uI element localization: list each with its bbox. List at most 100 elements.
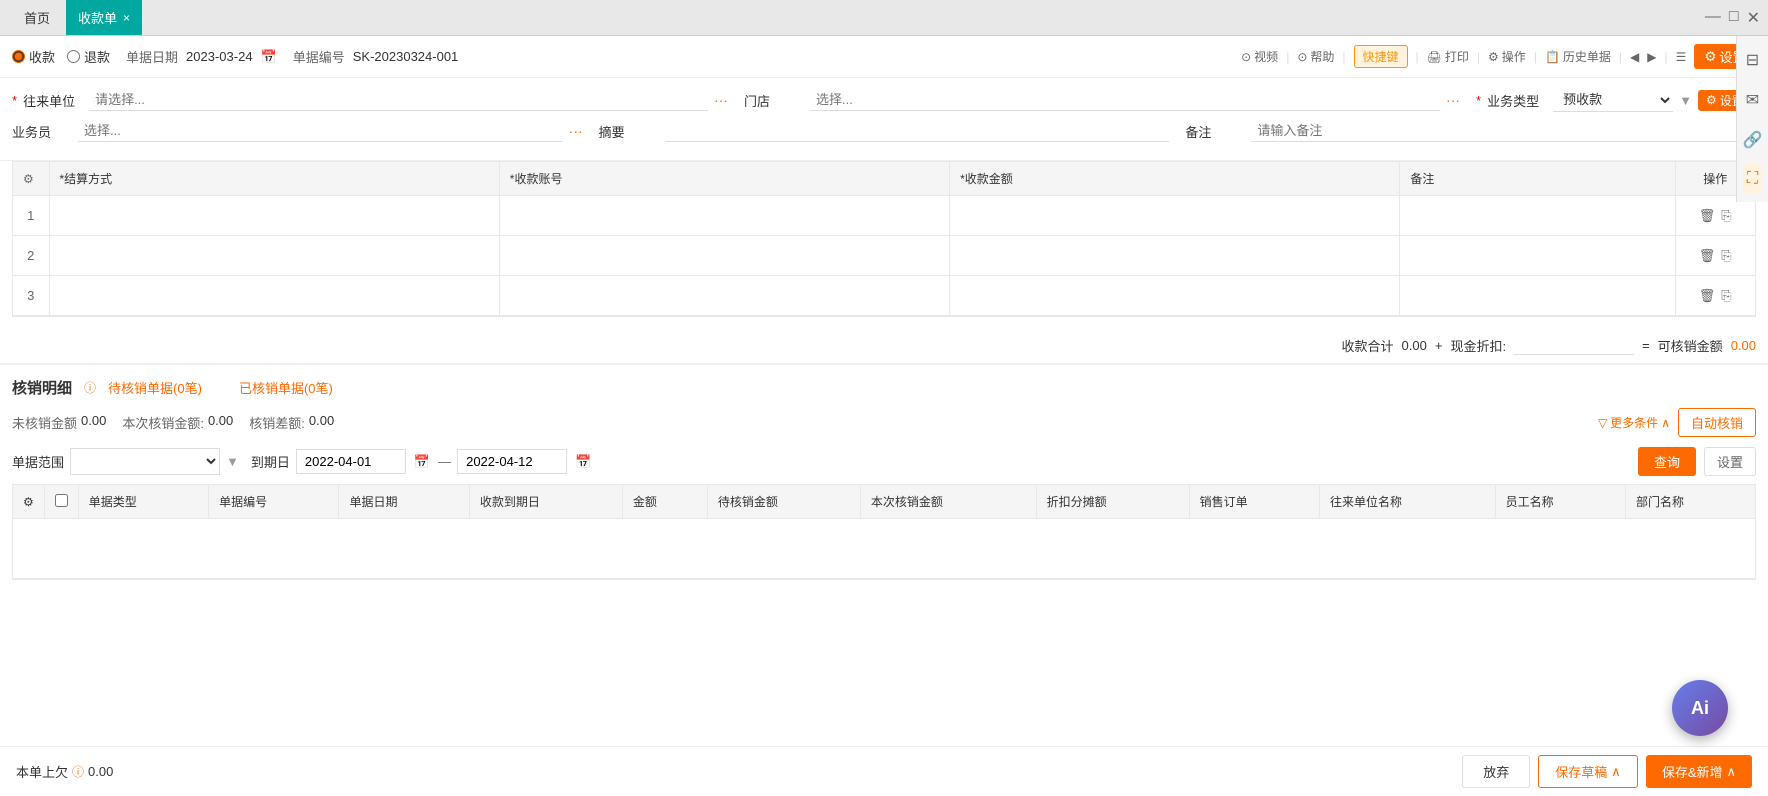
- history-btn[interactable]: 📋 历史单据: [1545, 48, 1611, 65]
- tab-active[interactable]: 收款单 ×: [66, 0, 142, 35]
- window-max-btn[interactable]: □: [1729, 8, 1739, 28]
- delete-icon-1[interactable]: 🗑: [1699, 208, 1716, 224]
- account-cell-2[interactable]: [499, 236, 949, 276]
- query-btn[interactable]: 查询: [1638, 447, 1696, 476]
- due-date-label: 到期日: [251, 452, 290, 471]
- print-btn[interactable]: 🖨 打印: [1427, 48, 1469, 65]
- footer-info-icon[interactable]: ⓘ: [72, 763, 84, 780]
- operation-btn[interactable]: ⚙ 操作: [1488, 48, 1526, 65]
- to-calendar-icon[interactable]: 📅: [573, 452, 593, 472]
- method-cell-3[interactable]: [49, 276, 499, 316]
- ai-assistant-btn[interactable]: Ai: [1672, 680, 1728, 736]
- table-settings-icon[interactable]: ⚙: [23, 172, 34, 186]
- video-btn[interactable]: ⊙ 视频: [1241, 48, 1278, 65]
- filter-right: ▽ 更多条件 ∧ 自动核销: [1598, 408, 1756, 437]
- window-close-btn[interactable]: ✕: [1747, 8, 1760, 28]
- discount-label: 现金折扣:: [1450, 336, 1506, 355]
- ai-label: Ai: [1691, 698, 1709, 719]
- shortcut-btn[interactable]: 快捷键: [1354, 45, 1408, 68]
- sidebar-expand-icon[interactable]: ⛶: [1743, 164, 1762, 194]
- method-cell-1[interactable]: [49, 196, 499, 236]
- radio-receipt[interactable]: 收款: [12, 47, 55, 66]
- nav-prev-btn[interactable]: ◀: [1630, 50, 1639, 64]
- summary-row: 收款合计 0.00 + 现金折扣: = 可核销金额 0.00: [0, 327, 1768, 363]
- discount-input[interactable]: [1514, 335, 1634, 355]
- counterparty-more-btn[interactable]: ···: [714, 92, 728, 108]
- copy-icon-3[interactable]: ⎘: [1721, 288, 1731, 304]
- summary-input[interactable]: [665, 120, 1170, 142]
- account-cell-1[interactable]: [499, 196, 949, 236]
- help-btn[interactable]: ⊙ 帮助: [1297, 48, 1334, 65]
- radio-refund-input[interactable]: [67, 50, 80, 63]
- col-due: 收款到期日: [469, 485, 622, 519]
- writeoff-settings-col[interactable]: ⚙: [13, 485, 44, 519]
- footer: 本单上欠 ⓘ 0.00 放弃 保存草稿 ∧ 保存&新增 ∧: [0, 746, 1768, 796]
- date-range-separator: —: [438, 454, 451, 469]
- pending-tab[interactable]: 待核销单据(0笔): [108, 378, 202, 397]
- amount-cell-3[interactable]: [950, 276, 1400, 316]
- separator7: |: [1665, 50, 1668, 64]
- empty-cell: [13, 519, 1755, 579]
- select-all-checkbox[interactable]: [55, 494, 68, 507]
- writeoff-checkbox-col[interactable]: [44, 485, 78, 519]
- tab-home[interactable]: 首页: [8, 0, 66, 35]
- business-type-select[interactable]: 预收款: [1553, 88, 1673, 112]
- sidebar-link-icon[interactable]: 🔗: [1739, 124, 1767, 156]
- sidebar-table-icon[interactable]: ⊟: [1742, 44, 1763, 76]
- save-new-btn[interactable]: 保存&新增 ∧: [1646, 755, 1752, 788]
- due-date-to-input[interactable]: [457, 449, 567, 474]
- row-num-1: 1: [13, 196, 49, 236]
- staff-more-btn[interactable]: ···: [569, 123, 583, 139]
- remark-cell-1[interactable]: [1400, 196, 1675, 236]
- footer-left: 本单上欠 ⓘ 0.00: [16, 762, 113, 781]
- remark-cell-2[interactable]: [1400, 236, 1675, 276]
- diff-label: 核销差额:: [249, 413, 305, 432]
- table-row: 2 🗑 ⎘: [13, 236, 1755, 276]
- range-select[interactable]: [70, 448, 220, 475]
- col-current: 本次核销金额: [860, 485, 1036, 519]
- auto-writeoff-btn[interactable]: 自动核销: [1678, 408, 1756, 437]
- settings-small-btn[interactable]: 设置: [1704, 447, 1756, 476]
- amount-cell-2[interactable]: [950, 236, 1400, 276]
- staff-input[interactable]: [78, 120, 563, 142]
- from-calendar-icon[interactable]: 📅: [412, 452, 432, 472]
- help-icon: ⊙: [1297, 50, 1307, 64]
- remark-cell-3[interactable]: [1400, 276, 1675, 316]
- range-field: 单据范围 ▼: [12, 448, 239, 475]
- radio-receipt-input[interactable]: [12, 50, 25, 63]
- date-calendar-icon[interactable]: 📅: [261, 49, 277, 65]
- done-tab[interactable]: 已核销单据(0笔): [239, 378, 333, 397]
- account-cell-3[interactable]: [499, 276, 949, 316]
- abandon-btn[interactable]: 放弃: [1462, 755, 1530, 788]
- more-conditions-btn[interactable]: ▽ 更多条件 ∧: [1598, 414, 1670, 431]
- window-min-btn[interactable]: —: [1705, 8, 1721, 28]
- writeoff-table-body: [13, 519, 1755, 579]
- copy-icon-2[interactable]: ⎘: [1721, 248, 1731, 264]
- tab-close-btn[interactable]: ×: [123, 11, 130, 25]
- col-amount: 金额: [622, 485, 707, 519]
- list-view-btn[interactable]: ☰: [1676, 50, 1687, 64]
- sidebar-mail-icon[interactable]: ✉: [1742, 84, 1763, 116]
- receipt-table: ⚙ *结算方式 *收款账号 *收款金额 备注 操作 1 🗑 ⎘: [13, 162, 1755, 316]
- store-label: 门店: [744, 91, 804, 110]
- settings-col-header[interactable]: ⚙: [13, 162, 49, 196]
- chevron-down-icon: ▼: [1679, 93, 1692, 108]
- save-draft-arrow: ∧: [1611, 764, 1621, 780]
- due-date-from-input[interactable]: [296, 449, 406, 474]
- remarks-input[interactable]: [1251, 120, 1756, 142]
- radio-refund[interactable]: 退款: [67, 47, 110, 66]
- delete-icon-2[interactable]: 🗑: [1699, 248, 1716, 264]
- counterparty-input[interactable]: [89, 89, 708, 111]
- receipt-type-radio: 收款 退款: [12, 47, 110, 66]
- method-cell-2[interactable]: [49, 236, 499, 276]
- nav-next-btn[interactable]: ▶: [1647, 50, 1656, 64]
- save-draft-btn[interactable]: 保存草稿 ∧: [1538, 755, 1638, 788]
- delete-icon-3[interactable]: 🗑: [1699, 288, 1716, 304]
- diff-stat: 核销差额: 0.00: [249, 413, 334, 432]
- store-more-btn[interactable]: ···: [1446, 92, 1460, 108]
- copy-icon-1[interactable]: ⎘: [1721, 208, 1731, 224]
- store-input[interactable]: [810, 89, 1440, 111]
- amount-cell-1[interactable]: [950, 196, 1400, 236]
- writeoff-info-icon[interactable]: ⓘ: [84, 379, 96, 396]
- writeoff-settings-icon[interactable]: ⚙: [23, 495, 34, 509]
